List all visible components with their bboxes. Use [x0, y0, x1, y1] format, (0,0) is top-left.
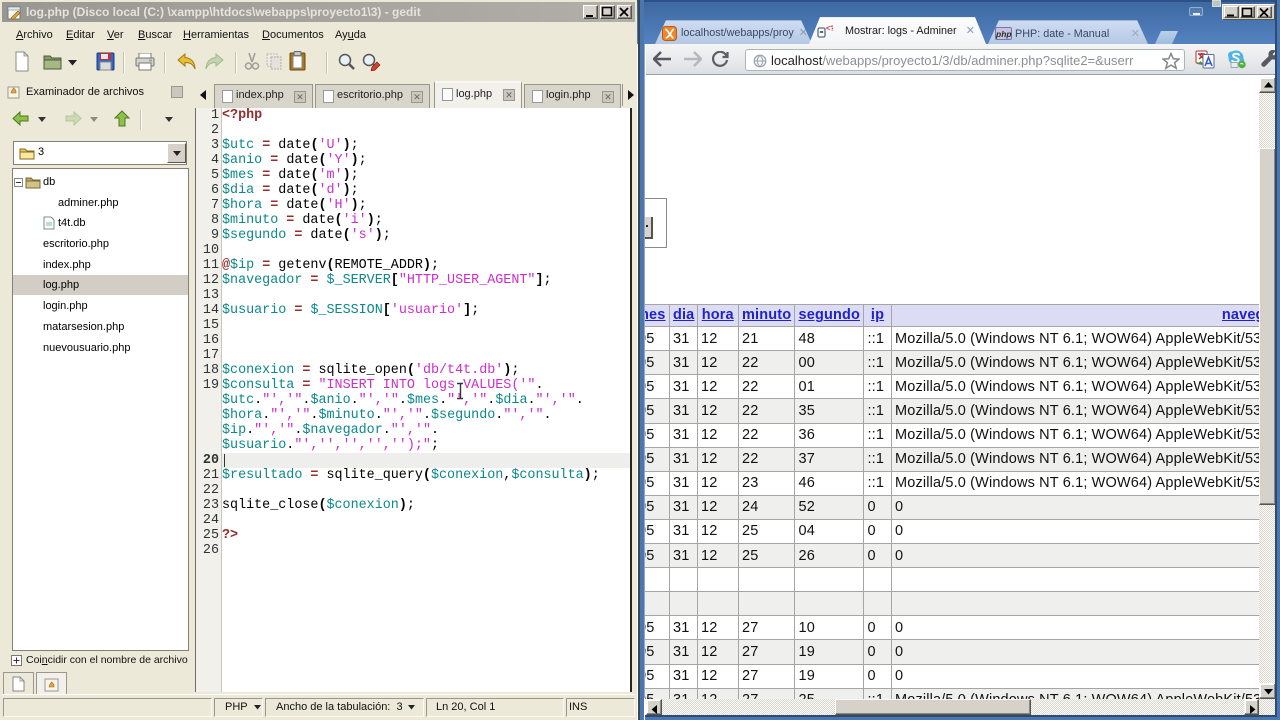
svg-text:<?: <? [826, 26, 833, 33]
